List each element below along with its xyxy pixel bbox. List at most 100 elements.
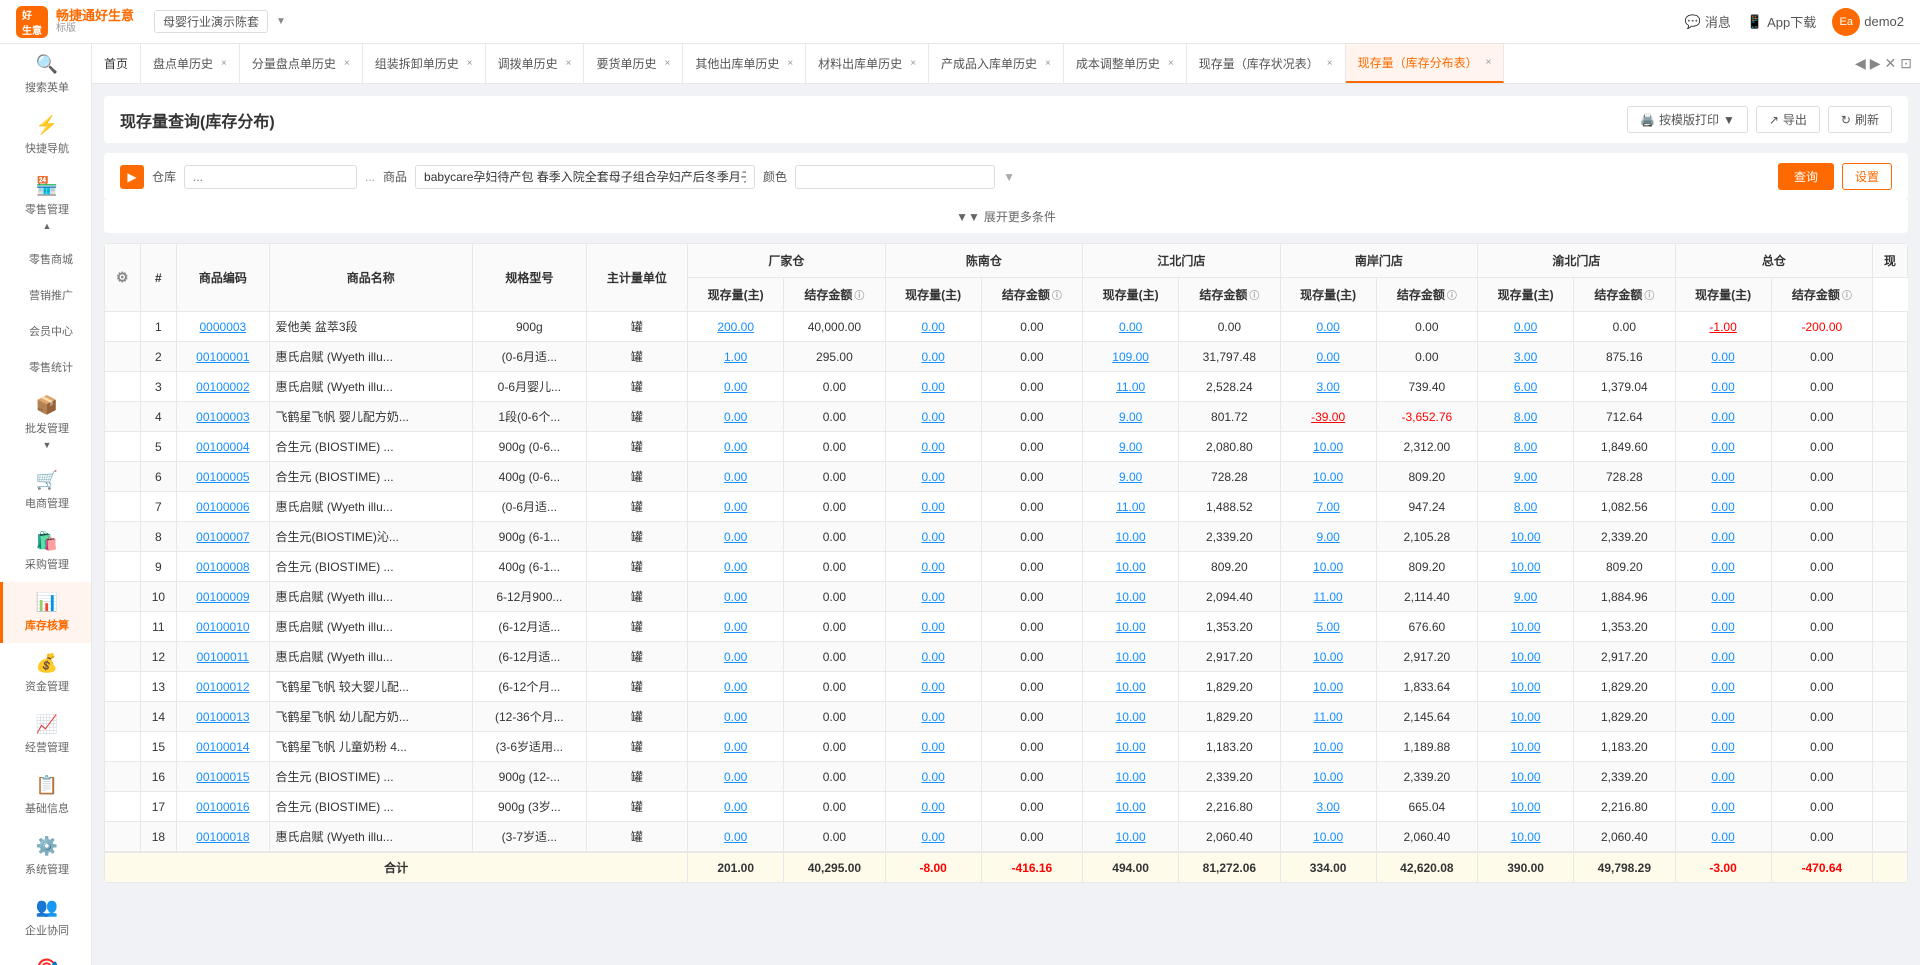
row-yb-stock[interactable]: 8.00 (1478, 432, 1574, 462)
row-tot-stock[interactable]: 0.00 (1675, 432, 1771, 462)
stock-value[interactable]: 0.00 (1711, 710, 1734, 724)
stock-value[interactable]: 9.00 (1119, 440, 1142, 454)
tab-cost-adj[interactable]: 成本调整单历史 × (1064, 44, 1187, 83)
sidebar-item-retail[interactable]: 🏪 零售管理 ▲ (0, 166, 91, 241)
export-button[interactable]: ↗ 导出 (1756, 106, 1820, 133)
row-tot-stock[interactable]: 0.00 (1675, 762, 1771, 792)
row-jb-stock[interactable]: 10.00 (1083, 612, 1179, 642)
stock-value[interactable]: 00100012 (196, 680, 249, 694)
tab-inventory-check[interactable]: 盘点单历史 × (141, 44, 240, 83)
stock-value[interactable]: 10.00 (1116, 650, 1146, 664)
row-yb-stock[interactable]: 10.00 (1478, 672, 1574, 702)
tab-close-icon[interactable]: × (344, 58, 350, 69)
tab-close-icon[interactable]: × (664, 58, 670, 69)
sidebar-item-search[interactable]: 🔍 搜索英单 (0, 44, 91, 105)
stock-value[interactable]: 0.00 (921, 530, 944, 544)
row-cn-stock[interactable]: 0.00 (885, 372, 981, 402)
stock-value[interactable]: 10.00 (1116, 800, 1146, 814)
row-yb-stock[interactable]: 10.00 (1478, 642, 1574, 672)
stock-value[interactable]: 0.00 (921, 710, 944, 724)
warehouse-input[interactable] (184, 165, 357, 189)
stock-value[interactable]: 00100013 (196, 710, 249, 724)
row-na-stock[interactable]: 10.00 (1280, 552, 1376, 582)
row-jb-stock[interactable]: 11.00 (1083, 492, 1179, 522)
stock-value[interactable]: 00100005 (196, 470, 249, 484)
stock-value[interactable]: 10.00 (1116, 710, 1146, 724)
row-cn-stock[interactable]: 0.00 (885, 792, 981, 822)
row-checkbox[interactable] (105, 642, 141, 672)
tab-close-icon[interactable]: × (467, 58, 473, 69)
row-checkbox[interactable] (105, 702, 141, 732)
stock-value[interactable]: 0.00 (1711, 560, 1734, 574)
row-yb-stock[interactable]: 10.00 (1478, 702, 1574, 732)
tab-close-icon[interactable]: × (787, 58, 793, 69)
row-yb-stock[interactable]: 10.00 (1478, 552, 1574, 582)
row-na-stock[interactable]: 10.00 (1280, 462, 1376, 492)
tab-menu-icon[interactable]: ⊡ (1900, 55, 1912, 72)
row-checkbox[interactable] (105, 672, 141, 702)
row-na-stock[interactable]: 10.00 (1280, 822, 1376, 853)
tab-product-in[interactable]: 产成品入库单历史 × (929, 44, 1064, 83)
row-cn-stock[interactable]: 0.00 (885, 612, 981, 642)
stock-value[interactable]: 3.00 (1316, 800, 1339, 814)
tab-close-icon[interactable]: × (221, 58, 227, 69)
stock-value[interactable]: 10.00 (1313, 770, 1343, 784)
stock-value[interactable]: 10.00 (1116, 680, 1146, 694)
stock-value[interactable]: 0.00 (921, 470, 944, 484)
stock-value[interactable]: 10.00 (1511, 620, 1541, 634)
stock-value[interactable]: 00100018 (196, 830, 249, 844)
stock-value[interactable]: 0.00 (724, 500, 747, 514)
stock-value[interactable]: 0.00 (921, 380, 944, 394)
row-na-stock[interactable]: 7.00 (1280, 492, 1376, 522)
stock-value[interactable]: 10.00 (1511, 770, 1541, 784)
stock-value[interactable]: 0.00 (921, 410, 944, 424)
tab-stock-status[interactable]: 现存量（库存状况表） × (1187, 44, 1346, 83)
row-yb-stock[interactable]: 10.00 (1478, 822, 1574, 853)
row-yb-stock[interactable]: 10.00 (1478, 792, 1574, 822)
row-na-stock[interactable]: 0.00 (1280, 342, 1376, 372)
stock-value[interactable]: 0.00 (724, 650, 747, 664)
expand-filter-btn[interactable]: ▼▼ 展开更多条件 (120, 204, 1892, 225)
stock-value[interactable]: 10.00 (1511, 650, 1541, 664)
row-yb-stock[interactable]: 10.00 (1478, 522, 1574, 552)
sidebar-item-inventory[interactable]: 📊 库存核算 (0, 582, 91, 643)
row-cn-stock[interactable]: 0.00 (885, 342, 981, 372)
row-checkbox[interactable] (105, 552, 141, 582)
row-yb-stock[interactable]: 10.00 (1478, 762, 1574, 792)
app-download-btn[interactable]: 📱 App下载 (1747, 12, 1816, 31)
stock-value[interactable]: 10.00 (1116, 740, 1146, 754)
stock-value[interactable]: 0.00 (921, 830, 944, 844)
row-cn-stock[interactable]: 0.00 (885, 312, 981, 342)
row-checkbox[interactable] (105, 402, 141, 432)
sidebar-item-ops[interactable]: 📈 经营管理 (0, 704, 91, 765)
row-f-stock[interactable]: 0.00 (688, 792, 784, 822)
stock-value[interactable]: 0.00 (921, 500, 944, 514)
stock-value[interactable]: 0.00 (1711, 650, 1734, 664)
stock-value[interactable]: 0.00 (1711, 620, 1734, 634)
row-tot-stock[interactable]: 0.00 (1675, 702, 1771, 732)
stock-value[interactable]: 0.00 (1711, 830, 1734, 844)
row-checkbox[interactable] (105, 792, 141, 822)
row-code[interactable]: 00100003 (177, 402, 269, 432)
stock-value[interactable]: 0.00 (724, 800, 747, 814)
tab-assemble[interactable]: 组装拆卸单历史 × (363, 44, 486, 83)
row-na-stock[interactable]: 3.00 (1280, 792, 1376, 822)
color-input[interactable] (795, 165, 995, 189)
row-tot-stock[interactable]: 0.00 (1675, 552, 1771, 582)
row-f-stock[interactable]: 0.00 (688, 462, 784, 492)
row-jb-stock[interactable]: 10.00 (1083, 672, 1179, 702)
row-code[interactable]: 00100005 (177, 462, 269, 492)
stock-value[interactable]: 0.00 (921, 560, 944, 574)
sidebar-item-wholesale[interactable]: 📦 批发管理 ▼ (0, 385, 91, 460)
refresh-button[interactable]: ↻ 刷新 (1828, 106, 1892, 133)
print-button[interactable]: 🖨️ 按模版打印 ▼ (1627, 106, 1748, 133)
row-tot-stock[interactable]: 0.00 (1675, 582, 1771, 612)
tab-other-out[interactable]: 其他出库单历史 × (683, 44, 806, 83)
row-f-stock[interactable]: 0.00 (688, 732, 784, 762)
sidebar-item-quicknav[interactable]: ⚡ 快捷导航 (0, 105, 91, 166)
stock-value[interactable]: 0000003 (200, 320, 247, 334)
tab-material-out[interactable]: 材料出库单历史 × (806, 44, 929, 83)
stock-value[interactable]: 9.00 (1119, 470, 1142, 484)
row-f-stock[interactable]: 200.00 (688, 312, 784, 342)
row-tot-stock[interactable]: 0.00 (1675, 642, 1771, 672)
